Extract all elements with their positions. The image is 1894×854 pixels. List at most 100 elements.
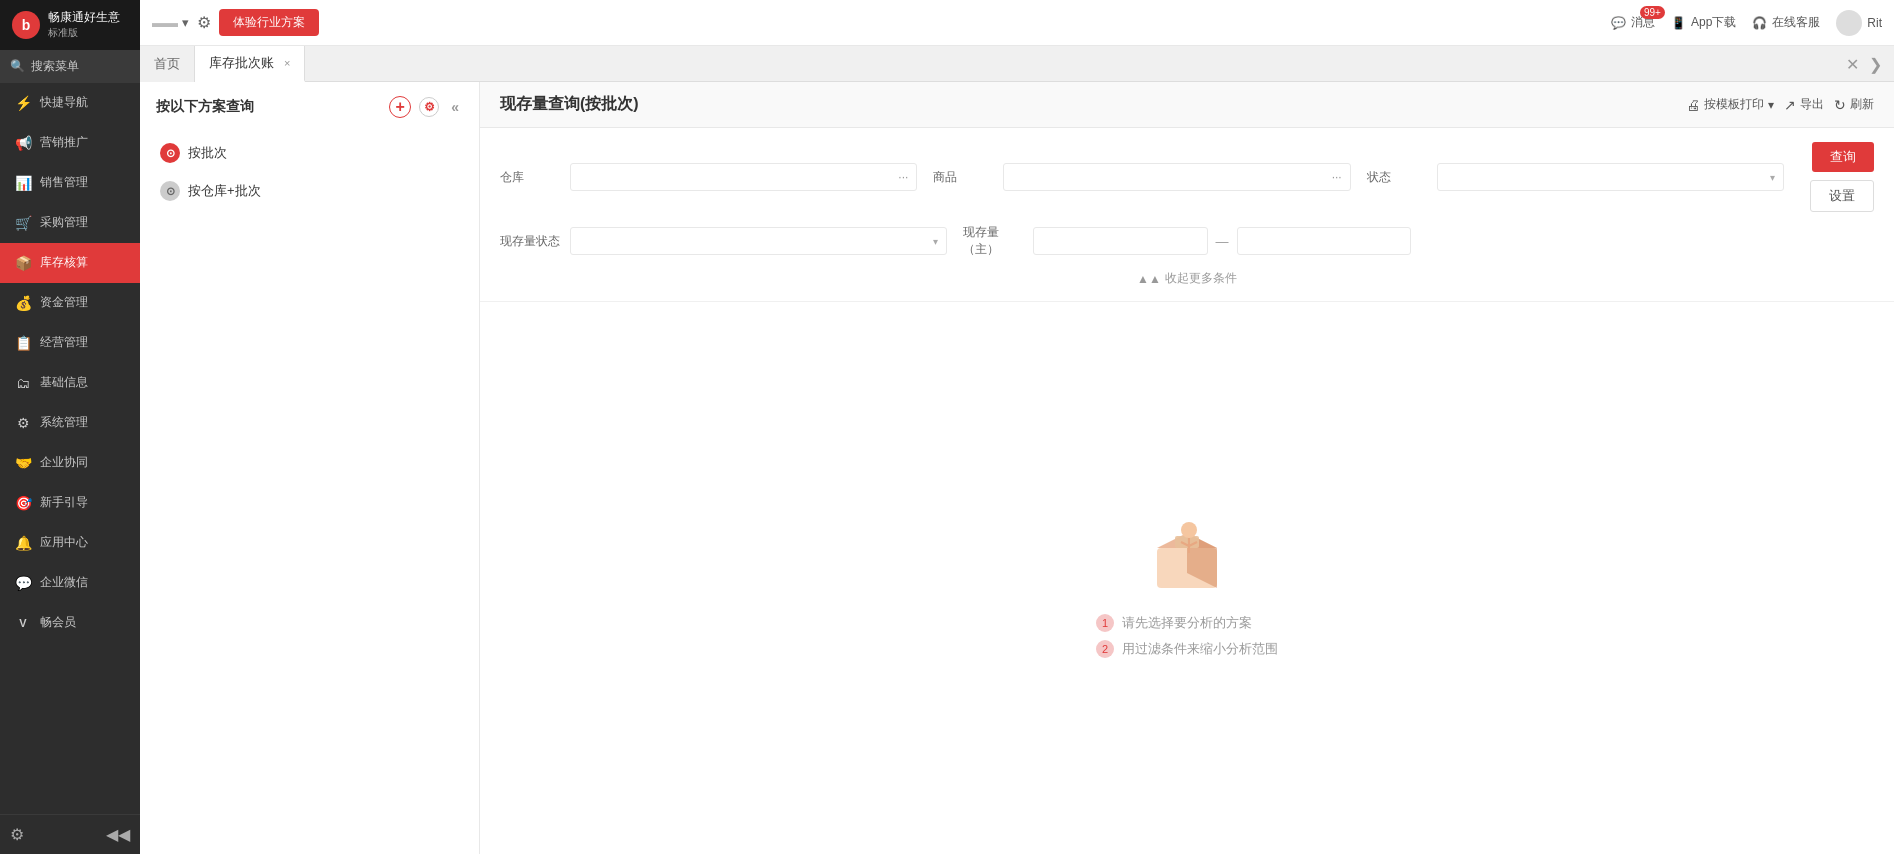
system-label: 系统管理 [40, 414, 88, 431]
hint-1-num: 1 [1096, 614, 1114, 632]
sidebar-item-inventory[interactable]: 📦 库存核算 [0, 243, 140, 283]
print-label: 按模板打印 [1704, 96, 1764, 113]
sidebar-footer: ⚙ ◀◀ [0, 814, 140, 854]
marketing-icon: 📢 [14, 134, 32, 152]
plan-label-batch: 按批次 [188, 144, 227, 162]
search-icon: 🔍 [10, 59, 25, 73]
hint-2-text: 用过滤条件来缩小分析范围 [1122, 640, 1278, 658]
stock-qty-max-input[interactable] [1237, 227, 1411, 255]
wechat-label: 企业微信 [40, 574, 88, 591]
goods-input[interactable]: ··· [1003, 163, 1350, 191]
messages-button[interactable]: 💬 消息 99+ [1611, 14, 1655, 31]
empty-illustration [1137, 498, 1237, 598]
print-chevron-icon: ▾ [1768, 98, 1774, 112]
stock-qty-range: — [1033, 227, 1410, 255]
enterprise-label: 企业协同 [40, 454, 88, 471]
goods-more-icon: ··· [1332, 170, 1342, 184]
hint-2-num: 2 [1096, 640, 1114, 658]
collapse-label: 收起更多条件 [1165, 270, 1237, 287]
sidebar-item-app-center[interactable]: 🔔 应用中心 [0, 523, 140, 563]
sidebar-item-purchase[interactable]: 🛒 采购管理 [0, 203, 140, 243]
warehouse-input[interactable]: ··· [570, 163, 917, 191]
top-bar-dropdown[interactable]: ▬▬ ▾ [152, 15, 189, 30]
sidebar-item-wechat[interactable]: 💬 企业微信 [0, 563, 140, 603]
dropdown-text: ▬▬ [152, 15, 178, 30]
export-button[interactable]: ↗ 导出 [1784, 96, 1824, 113]
empty-state: 1 请先选择要分析的方案 2 用过滤条件来缩小分析范围 [480, 302, 1894, 854]
stock-qty-label: 现存量（主） [963, 224, 1033, 258]
panel-collapse-button[interactable]: « [447, 97, 463, 117]
left-panel: 按以下方案查询 + ⚙ « ⊙ 按批次 ⊙ 按仓库+批次 [140, 82, 480, 854]
print-button[interactable]: 🖨 按模板打印 ▾ [1686, 96, 1774, 113]
marketing-label: 营销推广 [40, 134, 88, 151]
refresh-button[interactable]: ↻ 刷新 [1834, 96, 1874, 113]
quick-nav-label: 快捷导航 [40, 94, 88, 111]
left-panel-title: 按以下方案查询 [156, 98, 254, 116]
sidebar-item-management[interactable]: 📋 经营管理 [0, 323, 140, 363]
dropdown-chevron-icon: ▾ [182, 15, 189, 30]
stock-qty-min-input[interactable] [1033, 227, 1207, 255]
collapse-sidebar-button[interactable]: ◀◀ [106, 825, 130, 844]
guide-label: 新手引导 [40, 494, 88, 511]
stock-status-select[interactable]: ▾ [570, 227, 947, 255]
collapse-button[interactable]: ▲▲ 收起更多条件 [500, 270, 1874, 287]
collapse-up-icon: ▲▲ [1137, 272, 1161, 286]
app-download-button[interactable]: 📱 App下载 [1671, 14, 1736, 31]
right-panel: 现存量查询(按批次) 🖨 按模板打印 ▾ ↗ 导出 ↻ [480, 82, 1894, 854]
sidebar-item-guide[interactable]: 🎯 新手引导 [0, 483, 140, 523]
warehouse-filter-group: 仓库 ··· [500, 163, 917, 191]
top-bar-right: 💬 消息 99+ 📱 App下载 🎧 在线客服 Rit [1611, 10, 1882, 36]
sidebar-item-system[interactable]: ⚙ 系统管理 [0, 403, 140, 443]
avatar [1836, 10, 1862, 36]
export-icon: ↗ [1784, 97, 1796, 113]
tab-close-button[interactable]: × [284, 57, 290, 69]
sidebar-nav: ⚡ 快捷导航 📢 营销推广 📊 销售管理 🛒 采购管理 📦 库存核算 💰 [0, 83, 140, 814]
tab-more-button[interactable]: ❯ [1869, 55, 1882, 74]
app-logo: b [12, 11, 40, 39]
top-bar-gear-icon[interactable]: ⚙ [197, 13, 211, 32]
sidebar-item-marketing[interactable]: 📢 营销推广 [0, 123, 140, 163]
plan-settings-icon[interactable]: ⚙ [419, 97, 439, 117]
message-icon: 💬 [1611, 16, 1626, 30]
user-profile[interactable]: Rit [1836, 10, 1882, 36]
set-button[interactable]: 设置 [1810, 180, 1874, 212]
sidebar-item-finance[interactable]: 💰 资金管理 [0, 283, 140, 323]
sidebar-item-enterprise[interactable]: 🤝 企业协同 [0, 443, 140, 483]
search-menu-item[interactable]: 🔍 搜索菜单 [0, 50, 140, 83]
goods-label: 商品 [933, 169, 1003, 186]
empty-hint-2: 2 用过滤条件来缩小分析范围 [1096, 640, 1278, 658]
sidebar-item-quick-nav[interactable]: ⚡ 快捷导航 [0, 83, 140, 123]
refresh-label: 刷新 [1850, 96, 1874, 113]
top-bar: ▬▬ ▾ ⚙ 体验行业方案 💬 消息 99+ 📱 App下载 🎧 [140, 0, 1894, 46]
add-plan-button[interactable]: + [389, 96, 411, 118]
plan-item-batch[interactable]: ⊙ 按批次 [140, 134, 479, 172]
app-download-icon: 📱 [1671, 16, 1686, 30]
online-service-button[interactable]: 🎧 在线客服 [1752, 14, 1820, 31]
empty-hints: 1 请先选择要分析的方案 2 用过滤条件来缩小分析范围 [1096, 614, 1278, 658]
tab-inventory-batch[interactable]: 库存批次账 × [195, 46, 305, 82]
member-icon: V [14, 614, 32, 632]
quick-nav-icon: ⚡ [14, 94, 32, 112]
sidebar-header: b 畅康通好生意 标准版 [0, 0, 140, 50]
tab-home[interactable]: 首页 [140, 46, 195, 82]
sidebar-item-member[interactable]: V 畅会员 [0, 603, 140, 643]
stock-status-filter-group: 现存量状态 ▾ [500, 227, 947, 255]
sidebar-item-sales[interactable]: 📊 销售管理 [0, 163, 140, 203]
search-menu-label: 搜索菜单 [31, 58, 79, 75]
status-select[interactable]: ▾ [1437, 163, 1784, 191]
plan-item-warehouse-batch[interactable]: ⊙ 按仓库+批次 [140, 172, 479, 210]
basic-info-icon: 🗂 [14, 374, 32, 392]
tab-home-label: 首页 [154, 55, 180, 73]
page-actions: 🖨 按模板打印 ▾ ↗ 导出 ↻ 刷新 [1686, 96, 1874, 113]
tab-close-all-button[interactable]: ✕ [1846, 55, 1859, 74]
system-icon: ⚙ [14, 414, 32, 432]
trial-button[interactable]: 体验行业方案 [219, 9, 319, 36]
app-name: 畅康通好生意 [48, 10, 120, 26]
hint-1-text: 请先选择要分析的方案 [1122, 614, 1252, 632]
sidebar-item-basic-info[interactable]: 🗂 基础信息 [0, 363, 140, 403]
query-button[interactable]: 查询 [1812, 142, 1874, 172]
finance-label: 资金管理 [40, 294, 88, 311]
settings-button[interactable]: ⚙ [10, 825, 24, 844]
page-header: 现存量查询(按批次) 🖨 按模板打印 ▾ ↗ 导出 ↻ [480, 82, 1894, 128]
sales-label: 销售管理 [40, 174, 88, 191]
